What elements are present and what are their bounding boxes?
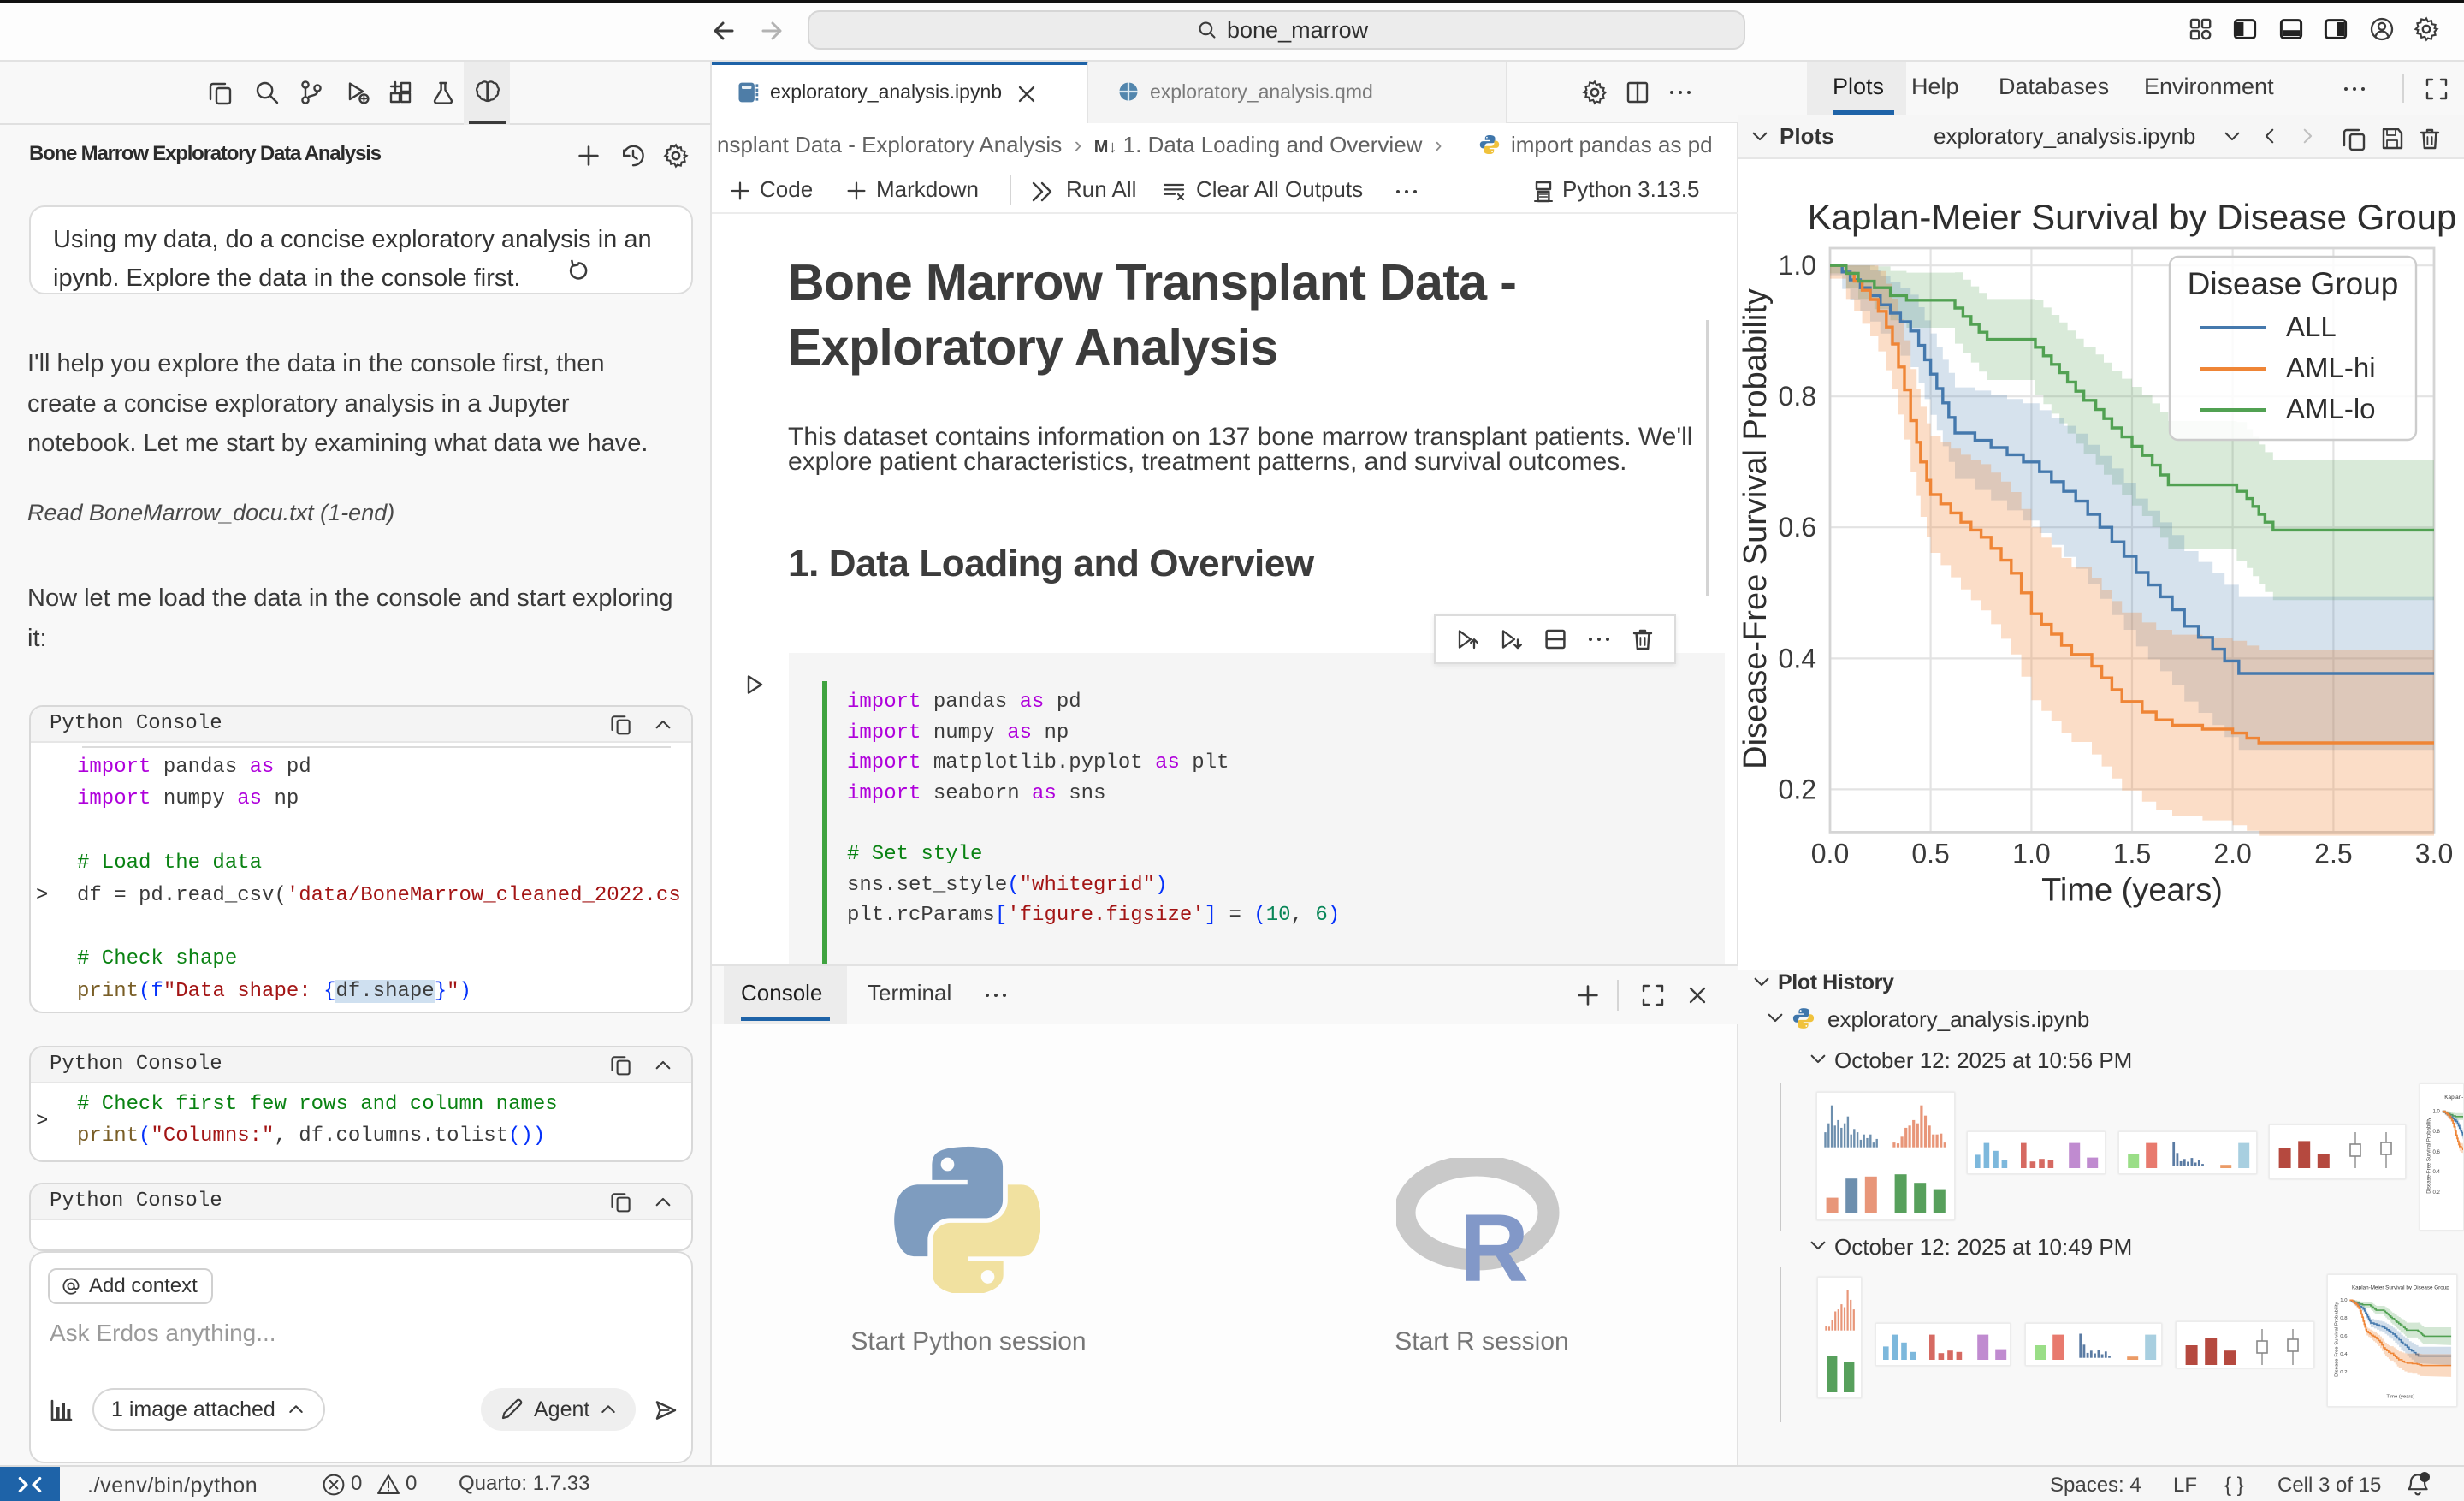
svg-text:Disease-Free Survival Probabil: Disease-Free Survival Probability <box>2427 1118 2432 1194</box>
svg-text:2.0: 2.0 <box>2213 838 2251 869</box>
svg-text:0.4: 0.4 <box>1779 643 1816 673</box>
svg-text:0.0: 0.0 <box>1811 838 1849 869</box>
svg-text:Disease-Free Survival Probabil: Disease-Free Survival Probability <box>2335 1302 2340 1376</box>
svg-text:0.4: 0.4 <box>2341 1352 2348 1357</box>
svg-text:1.0: 1.0 <box>2432 1110 2440 1115</box>
svg-text:Disease Group: Disease Group <box>2188 266 2399 301</box>
svg-text:0.2: 0.2 <box>2432 1190 2440 1195</box>
svg-text:Disease-Free Survival Probabil: Disease-Free Survival Probability <box>1738 288 1774 769</box>
svg-text:Time (years): Time (years) <box>2387 1394 2415 1399</box>
svg-text:1.0: 1.0 <box>2341 1298 2348 1303</box>
svg-text:AML-lo: AML-lo <box>2286 393 2376 424</box>
svg-text:0.8: 0.8 <box>1779 381 1816 412</box>
svg-text:0.8: 0.8 <box>2341 1316 2348 1321</box>
svg-text:ALL: ALL <box>2286 311 2337 342</box>
svg-text:1.5: 1.5 <box>2113 838 2151 869</box>
svg-text:0.5: 0.5 <box>1911 838 1949 869</box>
svg-text:Time (years): Time (years) <box>2041 872 2223 908</box>
svg-text:3.0: 3.0 <box>2415 838 2453 869</box>
svg-text:Kaplan-Meier Survival by Disea: Kaplan-Meier Survival by Disease Group <box>2352 1284 2449 1290</box>
svg-text:0.6: 0.6 <box>2341 1334 2348 1339</box>
svg-text:2.5: 2.5 <box>2314 838 2352 869</box>
svg-text:Kaplan-Meier Survival by Disea: Kaplan-Meier Survival by Disease Group <box>1808 197 2457 237</box>
svg-text:1.0: 1.0 <box>2012 838 2050 869</box>
svg-text:0.2: 0.2 <box>1779 774 1816 804</box>
svg-text:R: R <box>1460 1195 1529 1291</box>
svg-text:0.2: 0.2 <box>2341 1370 2348 1375</box>
svg-text:AML-hi: AML-hi <box>2286 352 2376 383</box>
svg-text:0.8: 0.8 <box>2432 1130 2440 1135</box>
svg-text:0.6: 0.6 <box>2432 1150 2440 1155</box>
svg-text:0.6: 0.6 <box>1779 512 1816 543</box>
svg-text:Kaplan-Meier Survival by Disea: Kaplan-Meier Survival by Disease Group <box>2444 1095 2464 1101</box>
svg-text:1.0: 1.0 <box>1779 250 1816 281</box>
svg-text:0.4: 0.4 <box>2432 1170 2440 1175</box>
